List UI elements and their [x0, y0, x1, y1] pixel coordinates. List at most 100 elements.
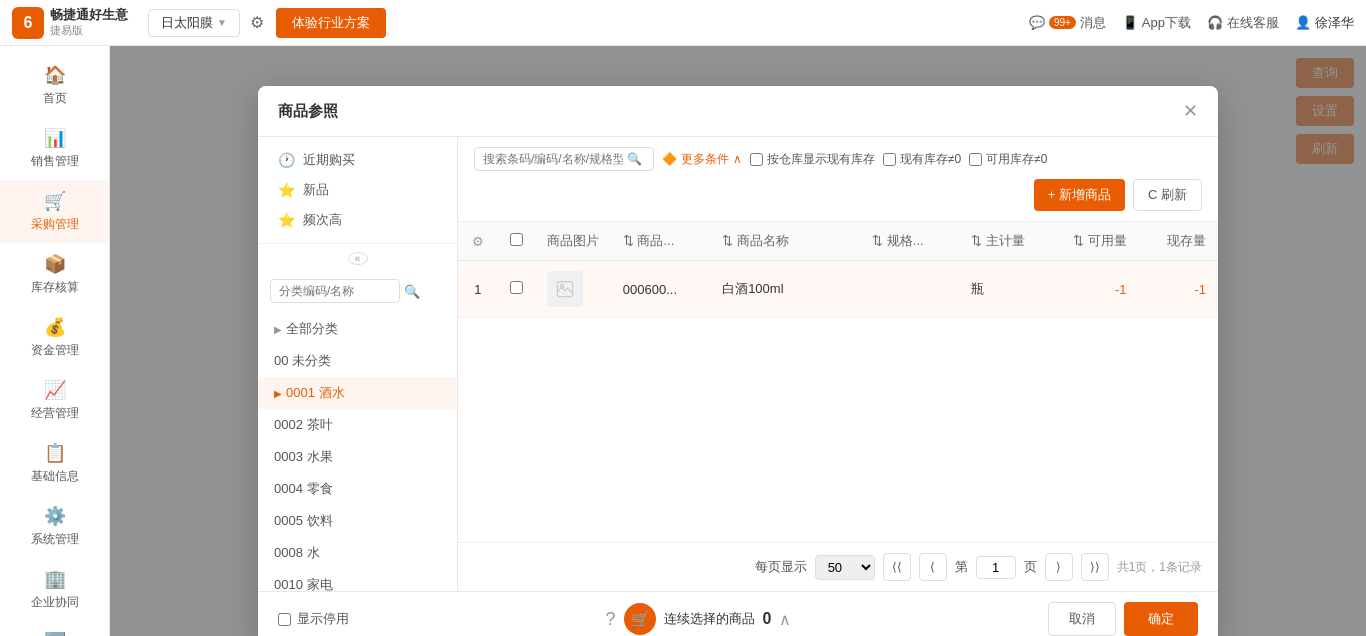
filter-warehouse-label: 按仓库显示现有库存 [767, 151, 875, 168]
filter-warehouse-checkbox[interactable] [750, 153, 763, 166]
home-icon: 🏠 [44, 64, 66, 86]
category-tree: ▶ 全部分类 00 未分类 ▶ 0001 酒水 0002 茶 [258, 309, 457, 591]
filter-nonzero-avail-checkbox[interactable] [969, 153, 982, 166]
col-header-check[interactable] [498, 222, 535, 261]
col-header-spec[interactable]: ⇅ 规格... [860, 222, 959, 261]
collapse-panel-button[interactable]: « [348, 252, 368, 265]
col-header-code[interactable]: ⇅ 商品... [611, 222, 710, 261]
finance-icon: 💰 [44, 316, 66, 338]
more-filter-label: 更多条件 [681, 151, 729, 168]
recent-label-frequent: 频次高 [303, 211, 342, 229]
sales-icon: 📊 [44, 127, 66, 149]
cancel-button[interactable]: 取消 [1048, 602, 1116, 636]
page-number-input[interactable]: 1 [976, 556, 1016, 579]
col-header-name[interactable]: ⇅ 商品名称 [710, 222, 860, 261]
nav-selector[interactable]: 日太阳膜 ▼ [148, 9, 240, 37]
online-service-item[interactable]: 🎧 在线客服 [1207, 14, 1279, 32]
last-page-button[interactable]: ⟩⟩ [1081, 553, 1109, 581]
product-search-field[interactable]: 🔍 [474, 147, 654, 171]
sidebar-item-system[interactable]: ⚙️ 系统管理 [0, 495, 109, 558]
product-search-icon[interactable]: 🔍 [627, 152, 642, 166]
modal-overlay: 商品参照 ✕ 🕐 近期购买 ⭐ 新 [110, 46, 1366, 636]
col-header-available[interactable]: ⇅ 可用量 [1039, 222, 1138, 261]
first-page-button[interactable]: ⟨⟨ [883, 553, 911, 581]
filter-nonzero-stock-check[interactable]: 现有库存≠0 [883, 151, 961, 168]
user-item[interactable]: 👤 徐泽华 [1295, 14, 1354, 32]
sidebar-item-basic-info[interactable]: 📋 基础信息 [0, 432, 109, 495]
add-goods-button[interactable]: + 新增商品 [1034, 179, 1125, 211]
cat-arrow-all: ▶ [274, 324, 282, 335]
sidebar-item-enterprise[interactable]: 🏢 企业协同 [0, 558, 109, 621]
app-download-item[interactable]: 📱 App下载 [1122, 14, 1191, 32]
row-checkbox[interactable] [510, 281, 523, 294]
product-table-area: ⚙ 商品图片 [458, 222, 1218, 542]
cat-item-uncategorized[interactable]: 00 未分类 [258, 345, 457, 377]
refresh-button[interactable]: C 刷新 [1133, 179, 1202, 211]
sort-icon-unit: ⇅ [971, 233, 982, 248]
col-header-settings[interactable]: ⚙ [458, 222, 498, 261]
select-all-checkbox[interactable] [510, 233, 523, 246]
notifications-item[interactable]: 💬 99+ 消息 [1029, 14, 1106, 32]
col-label-available: 可用量 [1088, 233, 1127, 248]
col-header-stock[interactable]: 现存量 [1139, 222, 1218, 261]
category-search-input[interactable] [270, 279, 400, 303]
filter-warehouse-check[interactable]: 按仓库显示现有库存 [750, 151, 875, 168]
main-layout: 🏠 首页 📊 销售管理 🛒 采购管理 📦 库存核算 💰 资金管理 📈 经营管理 … [0, 46, 1366, 636]
content-area: 查询 设置 刷新 商品参照 ✕ 🕐 [110, 46, 1366, 636]
category-search-icon[interactable]: 🔍 [404, 284, 420, 299]
prev-page-button[interactable]: ⟨ [919, 553, 947, 581]
confirm-button[interactable]: 确定 [1124, 602, 1198, 636]
per-page-select[interactable]: 50 20 100 [815, 555, 875, 580]
cell-row-num: 1 [458, 261, 498, 318]
cell-product-code: 000600... [611, 261, 710, 318]
cat-item-all[interactable]: ▶ 全部分类 [258, 313, 457, 345]
cell-row-check[interactable] [498, 261, 535, 318]
sidebar: 🏠 首页 📊 销售管理 🛒 采购管理 📦 库存核算 💰 资金管理 📈 经营管理 … [0, 46, 110, 636]
recent-item-recent-purchase[interactable]: 🕐 近期购买 [270, 145, 445, 175]
more-filter-button[interactable]: 🔶 更多条件 ∧ [662, 151, 742, 168]
sidebar-item-finance[interactable]: 💰 资金管理 [0, 306, 109, 369]
basic-info-icon: 📋 [44, 442, 66, 464]
try-industry-button[interactable]: 体验行业方案 [276, 8, 386, 38]
filter-nonzero-avail-check[interactable]: 可用库存≠0 [969, 151, 1047, 168]
sidebar-item-sales[interactable]: 📊 销售管理 [0, 117, 109, 180]
available-value: -1 [1115, 282, 1127, 297]
sidebar-item-operations[interactable]: 📈 经营管理 [0, 369, 109, 432]
column-settings-icon[interactable]: ⚙ [472, 234, 484, 249]
table-row[interactable]: 1 [458, 261, 1218, 318]
cart-icon-button[interactable]: 🛒 [624, 603, 656, 635]
col-header-unit[interactable]: ⇅ 主计量 [959, 222, 1039, 261]
cat-item-tea[interactable]: 0002 茶叶 [258, 409, 457, 441]
show-disabled-check[interactable]: 显示停用 [278, 610, 349, 628]
collapse-footer-icon[interactable]: ∧ [779, 610, 791, 629]
selected-count: 0 [763, 610, 772, 628]
modal-close-button[interactable]: ✕ [1183, 100, 1198, 122]
sidebar-item-purchase[interactable]: 🛒 采购管理 [0, 180, 109, 243]
settings-icon[interactable]: ⚙ [250, 13, 264, 32]
avatar-icon: 👤 [1295, 15, 1311, 30]
nav-selector-arrow: ▼ [217, 17, 227, 28]
cat-item-wine[interactable]: ▶ 0001 酒水 [258, 377, 457, 409]
online-service-label: 在线客服 [1227, 14, 1279, 32]
cat-item-drinks[interactable]: 0005 饮料 [258, 505, 457, 537]
cat-item-water[interactable]: 0008 水 [258, 537, 457, 569]
col-label-code: 商品... [637, 233, 674, 248]
cat-item-electronics[interactable]: 0010 家电 [258, 569, 457, 591]
category-search-row: 🔍 [258, 273, 457, 309]
sidebar-item-guide[interactable]: 🆕 新手引导 [0, 621, 109, 636]
recent-item-new[interactable]: ⭐ 新品 [270, 175, 445, 205]
filter-nonzero-stock-label: 现有库存≠0 [900, 151, 961, 168]
help-icon[interactable]: ? [606, 609, 616, 630]
cat-item-snacks[interactable]: 0004 零食 [258, 473, 457, 505]
logo-icon: 6 [12, 7, 44, 39]
phone-icon: 📱 [1122, 15, 1138, 30]
next-page-button[interactable]: ⟩ [1045, 553, 1073, 581]
recent-item-frequent[interactable]: ⭐ 频次高 [270, 205, 445, 235]
sidebar-item-inventory[interactable]: 📦 库存核算 [0, 243, 109, 306]
show-disabled-checkbox[interactable] [278, 613, 291, 626]
sidebar-item-home[interactable]: 🏠 首页 [0, 54, 109, 117]
frequent-icon: ⭐ [278, 212, 295, 228]
cat-item-fruit[interactable]: 0003 水果 [258, 441, 457, 473]
filter-nonzero-stock-checkbox[interactable] [883, 153, 896, 166]
product-search-input[interactable] [483, 152, 623, 166]
